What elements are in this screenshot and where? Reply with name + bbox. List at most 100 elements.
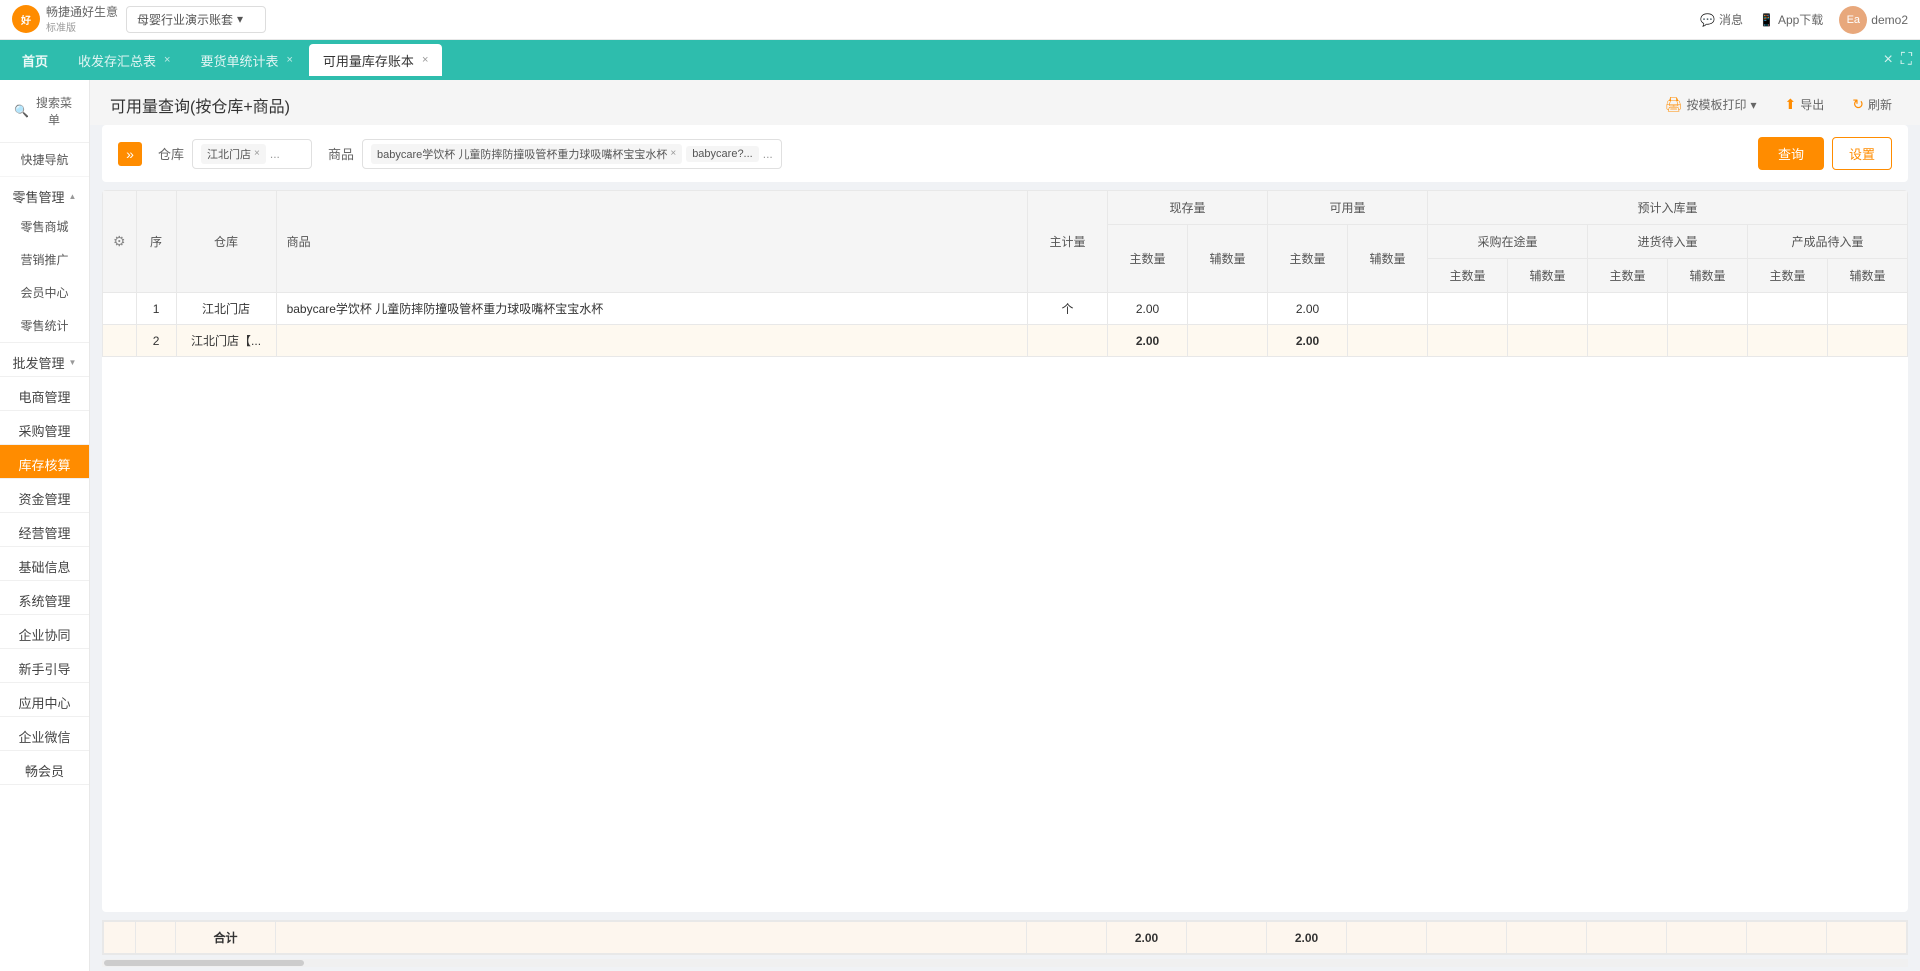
production-aux-header: 辅数量 [1828,259,1908,293]
product-filter: 商品 babycare学饮杯 儿童防摔防撞吸管杯重力球吸嘴杯宝宝水杯 × bab… [328,139,782,169]
warehouse-input[interactable]: 江北门店 × ... [192,139,312,169]
sidebar: 🔍 搜索菜单 快捷导航 零售管理 零售商城 营销推广 会员中心 零售统计 [0,80,90,971]
sidebar-item-vip[interactable]: 畅会员 [0,751,89,784]
sidebar-group-finance: 资金管理 [0,479,89,513]
row2-stock-aux [1188,325,1268,357]
expand-btn[interactable]: » [118,142,142,166]
product-tag1-remove[interactable]: × [670,148,676,159]
footer-p5-cell [1747,922,1827,954]
row1-stock-aux [1188,293,1268,325]
content-area: 可用量查询(按仓库+商品) 🖨 按模板打印 ▾ ⬆ 导出 ↻ 刷新 [90,80,1920,971]
row2-stock-main: 2.00 [1108,325,1188,357]
sidebar-item-retail-stats[interactable]: 零售统计 [0,309,89,342]
user-area[interactable]: Ea demo2 [1839,6,1908,34]
print-label: 按模板打印 [1686,96,1746,113]
data-table: ⚙ 序 仓库 商品 主计量 现存量 可用量 预计入库量 主数量 辅数量 主数量 [102,190,1908,357]
tab-available-close[interactable]: × [422,54,428,66]
print-btn[interactable]: 🖨 按模板打印 ▾ [1657,92,1765,117]
unit-col-header: 主计量 [1028,191,1108,293]
production-group-header: 产成品待入量 [1748,225,1908,259]
stock-main-header: 主数量 [1108,225,1188,293]
page-title: 可用量查询(按仓库+商品) [110,93,290,117]
sidebar-item-retail[interactable]: 零售管理 [0,177,89,210]
search-icon: 🔍 [14,104,29,118]
footer-no-cell [136,922,176,954]
product-more-icon[interactable]: ... [763,147,773,161]
window-buttons: × ⛶ [1883,51,1912,69]
row1-incoming-aux [1668,293,1748,325]
horizontal-scrollbar[interactable] [102,959,1908,967]
settings-col-header[interactable]: ⚙ [103,191,137,293]
search-menu-btn[interactable]: 🔍 搜索菜单 [8,88,81,134]
warehouse-tag-text: 江北门店 [207,146,251,162]
industry-selector[interactable]: 母婴行业演示账套 ▾ [126,6,266,33]
row2-warehouse: 江北门店【... [176,325,276,357]
footer-p1-cell [1427,922,1507,954]
export-label: 导出 [1800,96,1824,113]
refresh-icon: ↻ [1852,96,1864,113]
product-input[interactable]: babycare学饮杯 儿童防摔防撞吸管杯重力球吸嘴杯宝宝水杯 × babyca… [362,139,782,169]
tab-home[interactable]: 首页 [8,44,62,76]
settings-gear-icon[interactable]: ⚙ [113,233,126,249]
sidebar-item-marketing[interactable]: 营销推广 [0,243,89,276]
row2-available-aux [1348,325,1428,357]
planned-group-header: 预计入库量 [1428,191,1908,225]
maximize-icon[interactable]: ⛶ [1901,51,1912,69]
table-row: 1 江北门店 babycare学饮杯 儿童防摔防撞吸管杯重力球吸嘴杯宝宝水杯 个… [103,293,1908,325]
sidebar-item-operations[interactable]: 经营管理 [0,513,89,546]
nav-tabs: 首页 收发存汇总表 × 要货单统计表 × 可用量库存账本 × × ⛶ [0,40,1920,80]
sidebar-group-purchase: 采购管理 [0,411,89,445]
table-body: 1 江北门店 babycare学饮杯 儿童防摔防撞吸管杯重力球吸嘴杯宝宝水杯 个… [103,293,1908,357]
query-button[interactable]: 查询 [1758,137,1824,170]
sidebar-item-ecommerce[interactable]: 电商管理 [0,377,89,410]
incoming-main-header: 主数量 [1588,259,1668,293]
sidebar-item-wechat[interactable]: 企业微信 [0,717,89,750]
tab-receivables-label: 收发存汇总表 [78,51,156,70]
refresh-btn[interactable]: ↻ 刷新 [1844,92,1900,117]
warehouse-tag-remove[interactable]: × [254,148,260,159]
sidebar-item-basic[interactable]: 基础信息 [0,547,89,580]
product-tag2: babycare?... [686,146,759,162]
sidebar-item-appstore[interactable]: 应用中心 [0,683,89,716]
sidebar-search-area: 🔍 搜索菜单 [0,80,89,143]
available-aux-header: 辅数量 [1348,225,1428,293]
sidebar-item-system[interactable]: 系统管理 [0,581,89,614]
tab-receivables-close[interactable]: × [164,54,170,66]
sidebar-item-enterprise[interactable]: 企业协同 [0,615,89,648]
warehouse-more-icon[interactable]: ... [270,147,280,161]
tab-requisition-close[interactable]: × [286,54,292,66]
scroll-thumb[interactable] [104,960,304,966]
row2-unit [1028,325,1108,357]
product-col-header: 商品 [276,191,1027,293]
row2-production-main [1748,325,1828,357]
sidebar-item-retail-mall[interactable]: 零售商城 [0,210,89,243]
app-download-label: App下载 [1778,11,1823,28]
logo-sub: 标准版 [46,19,118,34]
sidebar-item-inventory[interactable]: 库存核算 [0,445,89,478]
footer-unit-cell [1027,922,1107,954]
message-btn[interactable]: 💬 消息 [1700,11,1743,28]
set-button[interactable]: 设置 [1832,137,1892,170]
home-label: 首页 [22,51,48,70]
avatar: Ea [1839,6,1867,34]
app-download-btn[interactable]: 📱 App下载 [1759,11,1823,28]
sidebar-group-guide: 新手引导 [0,649,89,683]
row1-warehouse: 江北门店 [176,293,276,325]
row1-purchase-transit-aux [1508,293,1588,325]
page-header: 可用量查询(按仓库+商品) 🖨 按模板打印 ▾ ⬆ 导出 ↻ 刷新 [90,80,1920,125]
tab-available[interactable]: 可用量库存账本 × [309,44,442,76]
sidebar-item-member[interactable]: 会员中心 [0,276,89,309]
sidebar-item-finance[interactable]: 资金管理 [0,479,89,512]
sidebar-item-guide[interactable]: 新手引导 [0,649,89,682]
chevron-down-icon: ▾ [237,12,243,26]
row2-product [276,325,1027,357]
sidebar-item-quick-nav[interactable]: 快捷导航 [0,143,89,177]
close-window-icon[interactable]: × [1883,51,1892,69]
sidebar-item-wholesale[interactable]: 批发管理 [0,343,89,376]
available-group-header: 可用量 [1268,191,1428,225]
sidebar-item-purchase[interactable]: 采购管理 [0,411,89,444]
tab-receivables[interactable]: 收发存汇总表 × [64,44,184,76]
export-btn[interactable]: ⬆ 导出 [1777,92,1833,117]
tab-requisition[interactable]: 要货单统计表 × [186,44,306,76]
refresh-label: 刷新 [1868,96,1892,113]
